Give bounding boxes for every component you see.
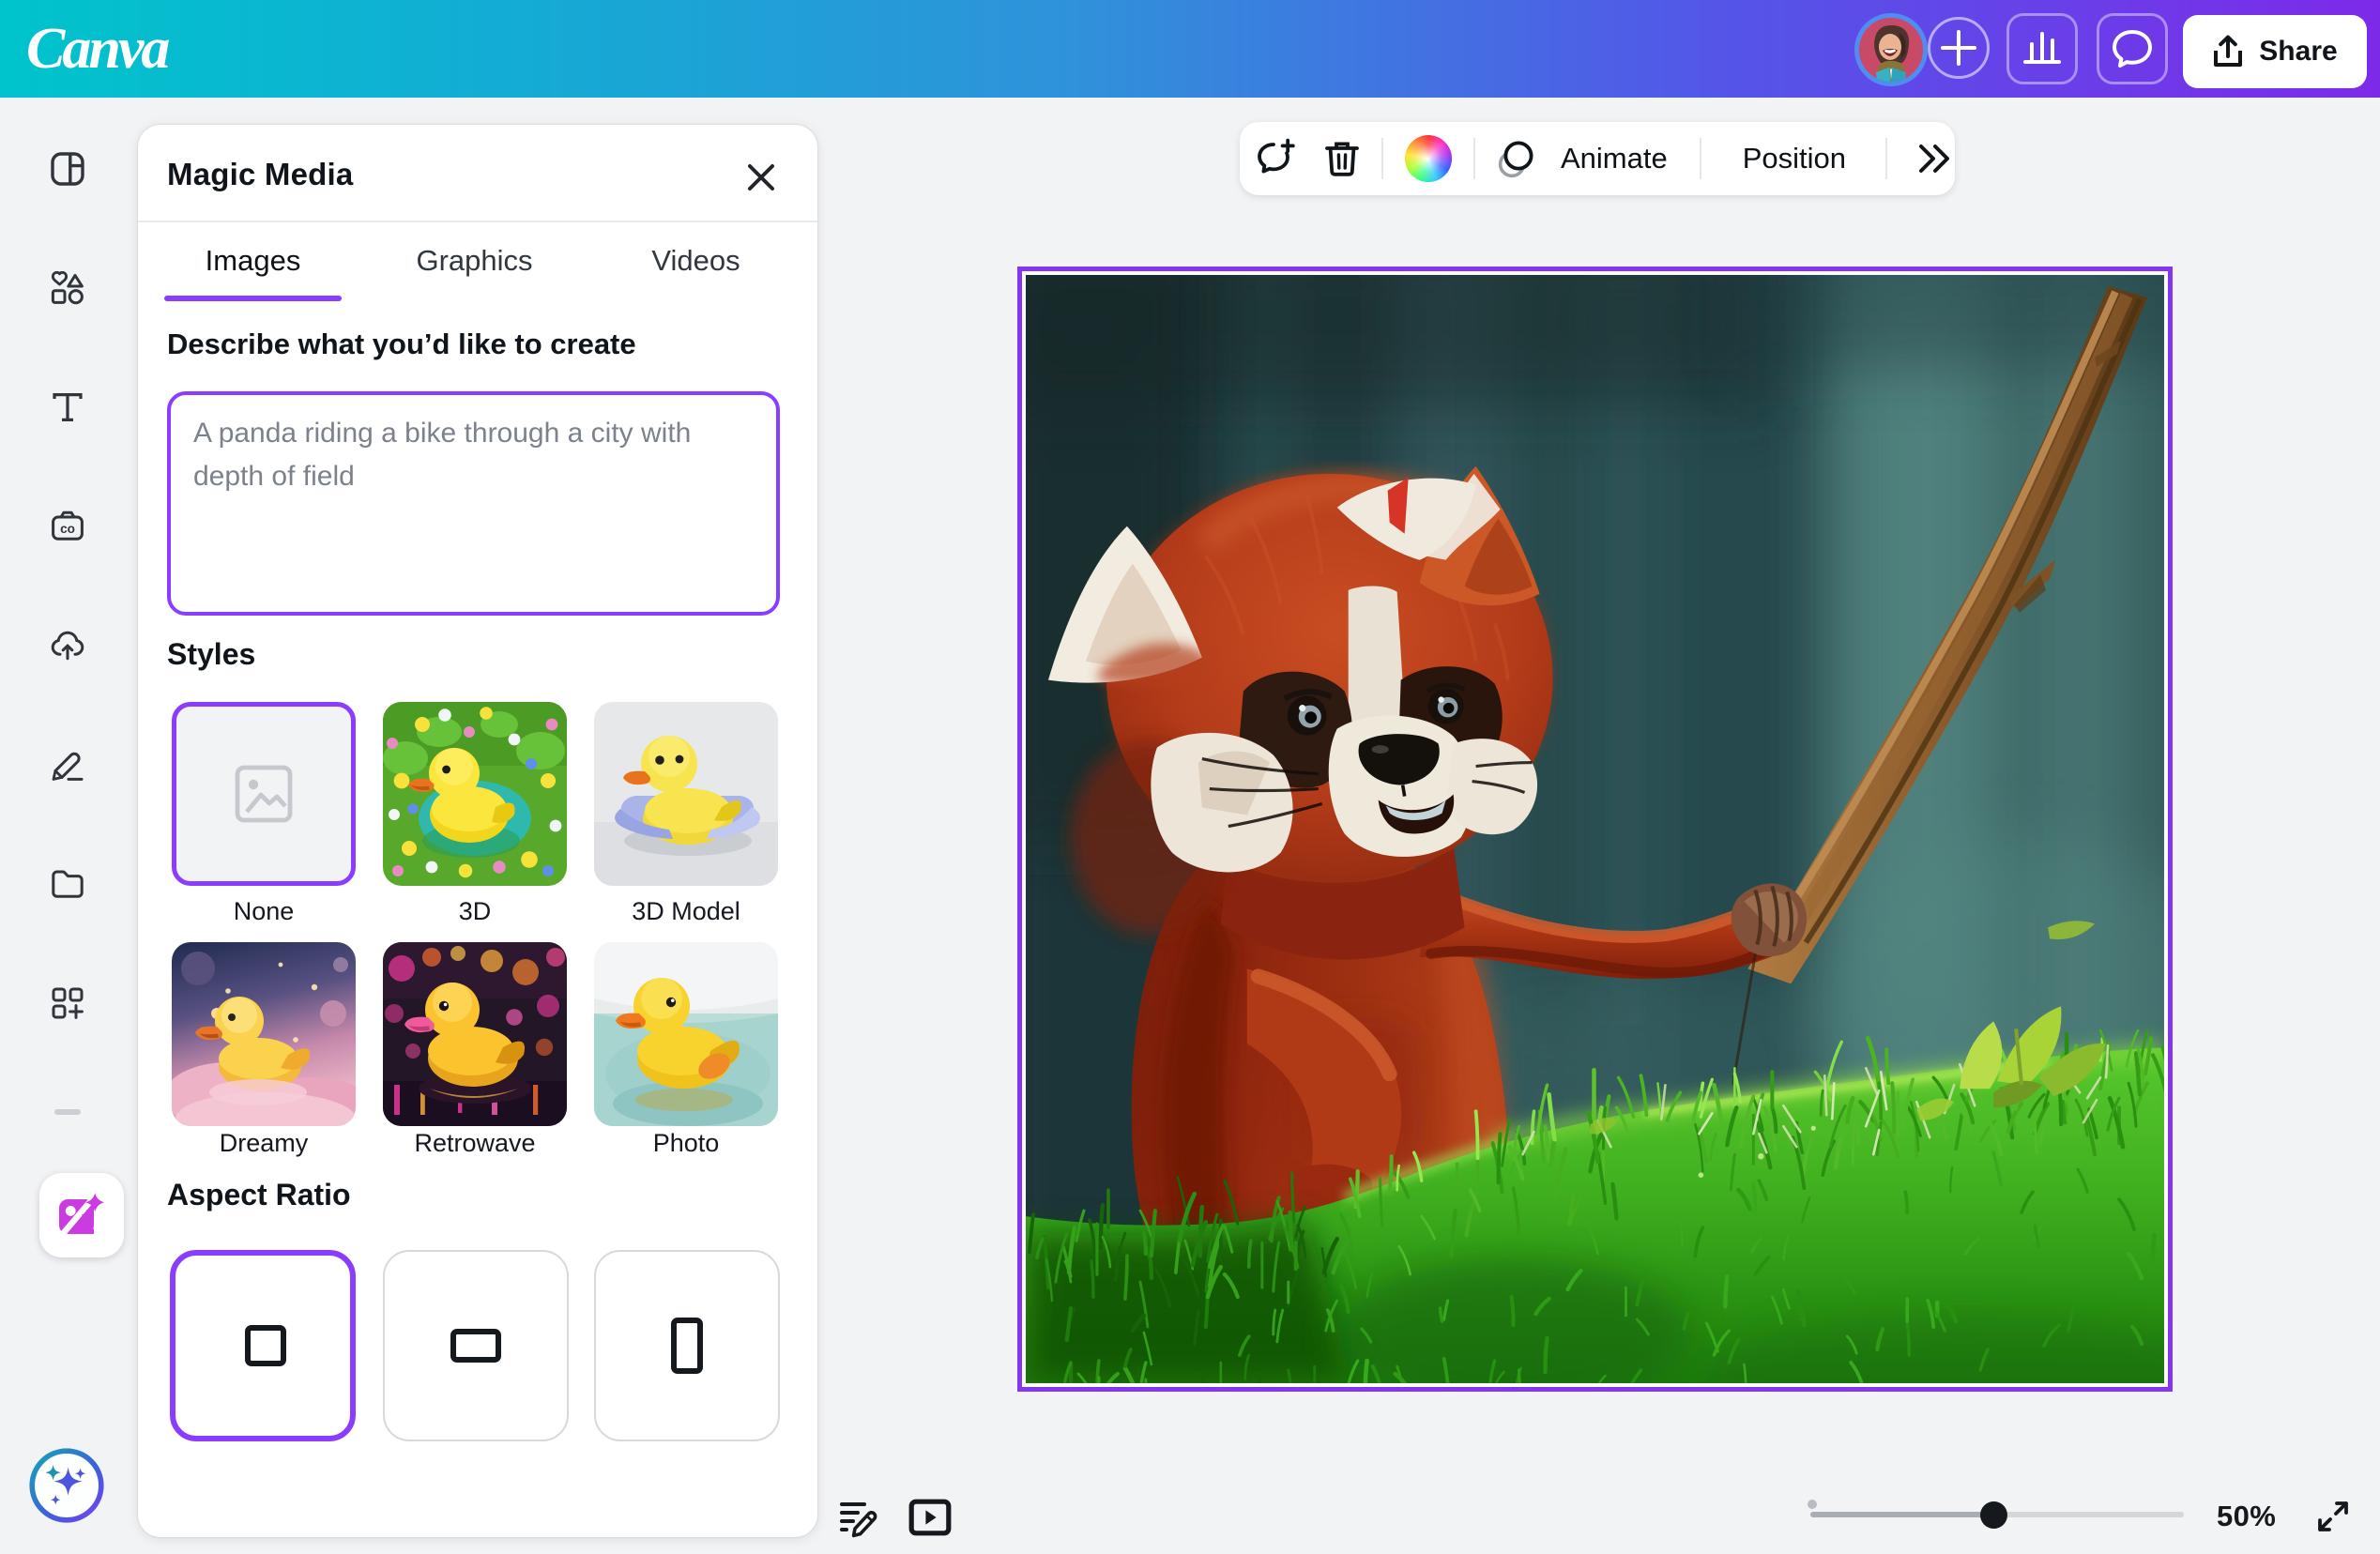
svg-text:co: co xyxy=(60,522,75,536)
svg-text:Canva: Canva xyxy=(26,19,169,81)
